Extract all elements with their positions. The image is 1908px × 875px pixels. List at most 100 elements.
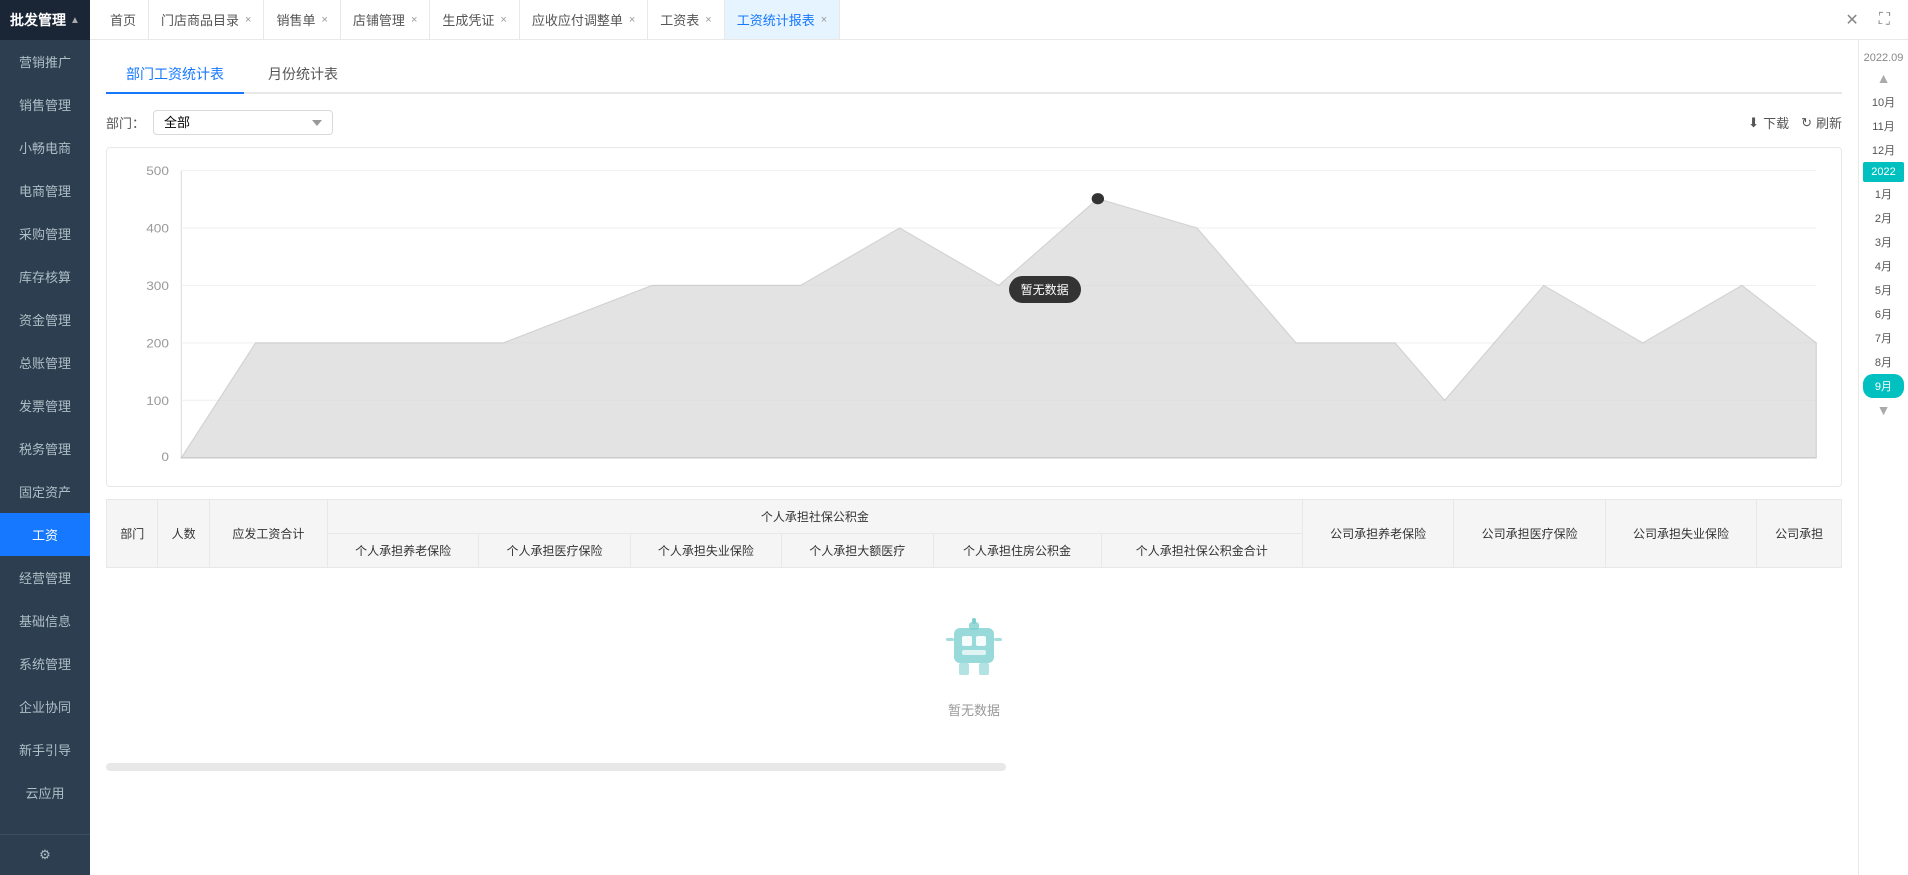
tab-label-recv: 应收应付调整单 [532, 10, 623, 29]
tab-home[interactable]: 首页 [98, 0, 149, 40]
tab-close-recv[interactable]: × [629, 14, 635, 26]
sidebar-item-xsyd[interactable]: 新手引导 [0, 728, 90, 771]
table-wrapper[interactable]: 部门 人数 应发工资合计 个人承担社保公积金 公司承担养老保险 公司承担医疗保险… [106, 499, 1842, 775]
svg-text:300: 300 [146, 279, 169, 293]
sidebar-item-fpgl[interactable]: 发票管理 [0, 384, 90, 427]
timeline-month-3月[interactable]: 3月 [1863, 230, 1903, 254]
svg-text:400: 400 [146, 221, 169, 235]
restore-button[interactable]: ⛶ [1873, 9, 1896, 31]
timeline-month-6月[interactable]: 6月 [1863, 302, 1903, 326]
sidebar-item-gdzy[interactable]: 固定资产 [0, 470, 90, 513]
col-personal-medical: 个人承担医疗保险 [479, 534, 630, 568]
svg-text:0: 0 [161, 450, 169, 464]
svg-text:100: 100 [146, 393, 169, 407]
sidebar-item-gz[interactable]: 工资 [0, 513, 90, 556]
sidebar: 批发管理 ▲ 营销推广销售管理小畅电商电商管理采购管理库存核算资金管理总账管理发… [0, 0, 90, 875]
sidebar-item-xpds[interactable]: 小畅电商 [0, 126, 90, 169]
tab-close-gen[interactable]: × [500, 14, 506, 26]
tab-month-stats[interactable]: 月份统计表 [248, 56, 358, 94]
sidebar-item-dsgl[interactable]: 电商管理 [0, 169, 90, 212]
tab-close-report[interactable]: × [821, 14, 827, 26]
timeline-month-4月[interactable]: 4月 [1863, 254, 1903, 278]
svg-text:200: 200 [146, 336, 169, 350]
page-content: 部门工资统计表 月份统计表 部门： 全部 ⬇ 下载 ↻ [90, 40, 1858, 875]
sidebar-header: 批发管理 ▲ [0, 0, 90, 40]
toolbar-left: 部门： 全部 [106, 110, 333, 135]
toolbar: 部门： 全部 ⬇ 下载 ↻ 刷新 [106, 110, 1842, 135]
tab-report[interactable]: 工资统计报表 × [725, 0, 840, 40]
col-company-unemployment: 公司承担失业保险 [1605, 500, 1756, 568]
empty-state: 暂无数据 [106, 568, 1842, 759]
timeline-month-12月[interactable]: 12月 [1863, 138, 1903, 162]
timeline-month-8月[interactable]: 8月 [1863, 350, 1903, 374]
sidebar-item-yyyy[interactable]: 云应用 [0, 771, 90, 814]
gear-icon: ⚙ [39, 847, 51, 862]
tab-gen[interactable]: 生成凭证 × [430, 0, 519, 40]
tab-bar: 首页门店商品目录×销售单×店铺管理×生成凭证×应收应付调整单×工资表×工资统计报… [90, 0, 1908, 40]
col-personal-total: 个人承担社保公积金合计 [1101, 534, 1302, 568]
sidebar-title: 批发管理 [10, 10, 66, 30]
col-company-other: 公司承担 [1757, 500, 1842, 568]
dept-label: 部门： [106, 113, 145, 132]
tab-close-shop[interactable]: × [411, 14, 417, 26]
col-personal-unemployment: 个人承担失业保险 [630, 534, 781, 568]
tab-salary[interactable]: 工资表 × [648, 0, 724, 40]
tab-close-salary[interactable]: × [705, 14, 711, 26]
main-area: 首页门店商品目录×销售单×店铺管理×生成凭证×应收应付调整单×工资表×工资统计报… [90, 0, 1908, 875]
download-icon: ⬇ [1748, 115, 1759, 131]
timeline-month-5月[interactable]: 5月 [1863, 278, 1903, 302]
refresh-button[interactable]: ↻ 刷新 [1801, 113, 1842, 132]
download-button[interactable]: ⬇ 下载 [1748, 113, 1789, 132]
col-personal-pension: 个人承担养老保险 [327, 534, 478, 568]
tab-label-shop: 店铺管理 [353, 10, 405, 29]
tab-close-store[interactable]: × [245, 14, 251, 26]
sidebar-item-xtgl[interactable]: 系统管理 [0, 642, 90, 685]
sidebar-item-qyxt[interactable]: 企业协同 [0, 685, 90, 728]
chart-tooltip: 暂无数据 [1009, 276, 1081, 303]
sidebar-item-xsgl[interactable]: 销售管理 [0, 83, 90, 126]
close-all-button[interactable]: ✕ [1839, 8, 1864, 32]
timeline-month-9月[interactable]: 9月 [1863, 374, 1903, 398]
col-total: 应发工资合计 [209, 500, 327, 568]
empty-robot-icon [934, 608, 1014, 688]
refresh-icon: ↻ [1801, 115, 1812, 131]
tab-close-sales[interactable]: × [321, 14, 327, 26]
col-group-personal: 个人承担社保公积金 [327, 500, 1302, 534]
content-area: 部门工资统计表 月份统计表 部门： 全部 ⬇ 下载 ↻ [90, 40, 1908, 875]
toolbar-right: ⬇ 下载 ↻ 刷新 [1748, 113, 1842, 132]
timeline-month-1月[interactable]: 1月 [1863, 182, 1903, 206]
timeline-month-7月[interactable]: 7月 [1863, 326, 1903, 350]
sidebar-collapse-icon[interactable]: ▲ [70, 15, 80, 26]
timeline-down-arrow[interactable]: ▼ [1873, 398, 1895, 422]
sidebar-settings-button[interactable]: ⚙ [0, 834, 90, 875]
timeline-month-2月[interactable]: 2月 [1863, 206, 1903, 230]
timeline-up-arrow[interactable]: ▲ [1873, 66, 1895, 90]
tab-shop[interactable]: 店铺管理 × [341, 0, 430, 40]
tab-label-gen: 生成凭证 [442, 10, 494, 29]
tab-dept-salary[interactable]: 部门工资统计表 [106, 56, 244, 94]
sidebar-item-zzgl[interactable]: 总账管理 [0, 341, 90, 384]
tab-bar-actions: ✕ ⛶ [1839, 8, 1900, 32]
sidebar-item-jcxx[interactable]: 基础信息 [0, 599, 90, 642]
timeline-year-2022[interactable]: 2022 [1863, 162, 1903, 182]
tab-recv[interactable]: 应收应付调整单 × [520, 0, 648, 40]
timeline-current-date: 2022.09 [1864, 52, 1904, 64]
tab-label-salary: 工资表 [660, 10, 699, 29]
sidebar-item-zjgl[interactable]: 资金管理 [0, 298, 90, 341]
col-company-medical: 公司承担医疗保险 [1454, 500, 1605, 568]
sidebar-item-jygl[interactable]: 经营管理 [0, 556, 90, 599]
col-company-pension: 公司承担养老保险 [1302, 500, 1453, 568]
col-personal-major-medical: 个人承担大额医疗 [782, 534, 933, 568]
tab-store[interactable]: 门店商品目录× [149, 0, 264, 40]
chart-svg: 500 400 300 200 100 0 [107, 148, 1841, 486]
tab-sales[interactable]: 销售单× [264, 0, 340, 40]
sidebar-item-swgl[interactable]: 税务管理 [0, 427, 90, 470]
dept-select[interactable]: 全部 [153, 110, 333, 135]
timeline-month-11月[interactable]: 11月 [1863, 114, 1903, 138]
sidebar-item-kche[interactable]: 库存核算 [0, 255, 90, 298]
tab-label-report: 工资统计报表 [737, 10, 815, 29]
sidebar-item-cggl[interactable]: 采购管理 [0, 212, 90, 255]
timeline-month-10月[interactable]: 10月 [1863, 90, 1903, 114]
scroll-indicator[interactable] [106, 763, 1006, 771]
sidebar-item-yxtp[interactable]: 营销推广 [0, 40, 90, 83]
